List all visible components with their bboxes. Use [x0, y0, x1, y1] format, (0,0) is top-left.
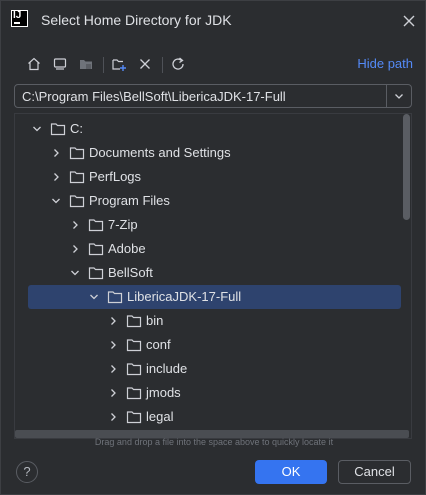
path-field[interactable]: C:\Program Files\BellSoft\LibericaJDK-17…: [22, 89, 286, 104]
tree-row[interactable]: Documents and Settings: [15, 141, 411, 165]
tree-row[interactable]: Adobe: [15, 237, 411, 261]
chevron-right-icon[interactable]: [69, 219, 81, 231]
tree-row-label: 7-Zip: [108, 217, 138, 232]
tree-row[interactable]: jmods: [15, 381, 411, 405]
folder-icon: [88, 243, 104, 256]
ok-button[interactable]: OK: [255, 460, 327, 484]
folder-icon: [126, 363, 142, 376]
tree-row[interactable]: PerfLogs: [15, 165, 411, 189]
folder-icon: [69, 171, 85, 184]
chevron-down-icon[interactable]: [31, 123, 43, 135]
folder-icon: [126, 387, 142, 400]
chevron-right-icon[interactable]: [107, 411, 119, 423]
cancel-button[interactable]: Cancel: [338, 460, 411, 484]
chevron-right-icon[interactable]: [107, 363, 119, 375]
drag-drop-hint: Drag and drop a file into the space abov…: [94, 437, 334, 447]
tree-row-label: Program Files: [89, 193, 170, 208]
directory-tree[interactable]: legal jmods include conf bin LibericaJDK-17-F…: [14, 113, 412, 439]
tree-row[interactable]: BellSoft: [15, 261, 411, 285]
folder-icon: [126, 411, 142, 424]
tree-row-label: bin: [146, 313, 164, 328]
close-icon[interactable]: [401, 13, 417, 29]
file-chooser-toolbar: Hide path: [1, 53, 425, 77]
chevron-right-icon[interactable]: [107, 387, 119, 399]
chevron-right-icon[interactable]: [50, 171, 62, 183]
new-folder-icon[interactable]: [108, 53, 130, 75]
delete-icon[interactable]: [134, 53, 156, 75]
tree-row[interactable]: conf: [15, 333, 411, 357]
app-icon-text: IJ: [13, 10, 22, 21]
chevron-down-icon[interactable]: [69, 267, 81, 279]
tree-row-label: legal: [146, 409, 174, 424]
dialog-title: Select Home Directory for JDK: [41, 12, 232, 28]
tree-row-label: include: [146, 361, 188, 376]
hide-path-link[interactable]: Hide path: [357, 56, 413, 71]
chevron-down-icon[interactable]: [50, 195, 62, 207]
folder-icon: [88, 219, 104, 232]
tree-row[interactable]: legal: [15, 405, 411, 429]
tree-row[interactable]: LibericaJDK-17-Full: [15, 285, 411, 309]
tree-row-label: Documents and Settings: [89, 145, 231, 160]
tree-row-label: LibericaJDK-17-Full: [127, 289, 242, 304]
path-combobox[interactable]: C:\Program Files\BellSoft\LibericaJDK-17…: [14, 84, 412, 108]
tree-row[interactable]: include: [15, 357, 411, 381]
folder-icon: [69, 195, 85, 208]
vertical-scrollbar[interactable]: [403, 114, 410, 220]
home-icon[interactable]: [23, 53, 45, 75]
folder-icon: [69, 147, 85, 160]
chevron-right-icon[interactable]: [107, 339, 119, 351]
tree-row-label: jmods: [146, 385, 181, 400]
chevron-right-icon[interactable]: [107, 315, 119, 327]
help-button[interactable]: ?: [16, 461, 38, 483]
select-jdk-dialog: IJ Select Home Directory for JDK Hide pa…: [0, 0, 426, 495]
chevron-right-icon[interactable]: [50, 147, 62, 159]
tree-row-label: C:: [70, 121, 83, 136]
chevron-down-icon[interactable]: [386, 85, 411, 107]
folder-icon: [126, 315, 142, 328]
desktop-icon[interactable]: [49, 53, 71, 75]
folder-icon: [50, 123, 66, 136]
chevron-down-icon[interactable]: [88, 291, 100, 303]
project-folder-icon[interactable]: [75, 53, 97, 75]
folder-icon: [107, 291, 123, 304]
tree-row[interactable]: Program Files: [15, 189, 411, 213]
tree-row[interactable]: C:: [15, 117, 411, 141]
folder-icon: [126, 339, 142, 352]
refresh-icon[interactable]: [167, 53, 189, 75]
tree-row-label: conf: [146, 337, 171, 352]
tree-row-label: BellSoft: [108, 265, 153, 280]
tree-row-label: PerfLogs: [89, 169, 142, 184]
folder-icon: [88, 267, 104, 280]
chevron-right-icon[interactable]: [69, 243, 81, 255]
tree-row[interactable]: 7-Zip: [15, 213, 411, 237]
tree-row[interactable]: bin: [15, 309, 411, 333]
tree-row-label: Adobe: [108, 241, 146, 256]
intellij-logo-icon: IJ: [11, 10, 28, 27]
title-bar: IJ Select Home Directory for JDK: [1, 1, 425, 39]
